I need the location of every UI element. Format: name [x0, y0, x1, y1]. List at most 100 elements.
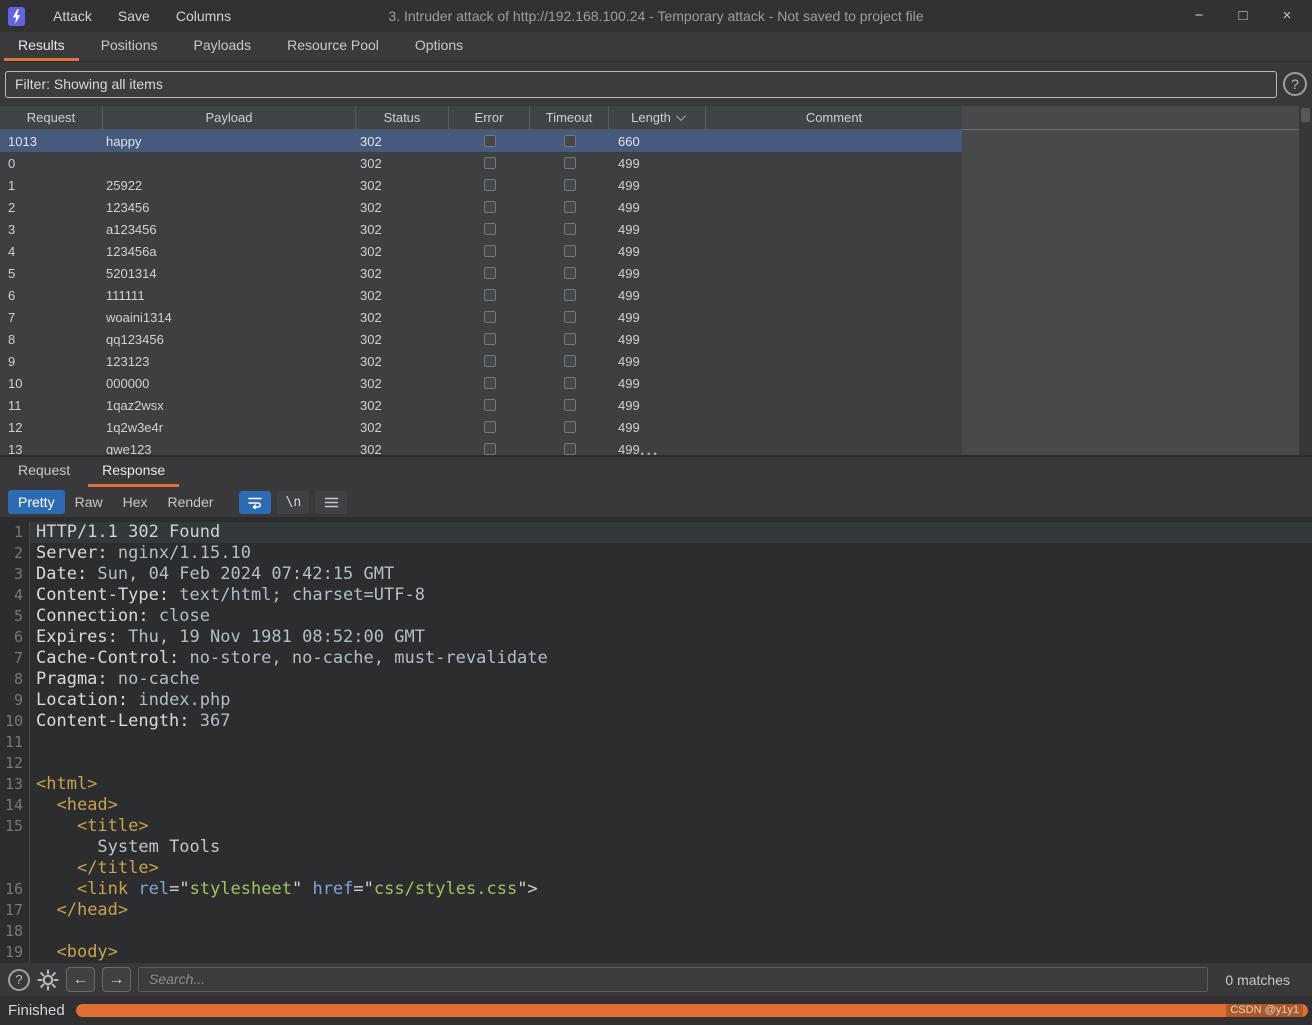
column-header-request[interactable]: Request: [0, 106, 103, 129]
tab-positions[interactable]: Positions: [83, 32, 176, 61]
vertical-scrollbar[interactable]: [1299, 106, 1312, 455]
tab-payloads[interactable]: Payloads: [176, 32, 270, 61]
status-cell: 302: [360, 243, 382, 259]
column-header-status[interactable]: Status: [356, 106, 449, 129]
error-checkbox[interactable]: [483, 223, 496, 235]
code-text: Content-Length: 367: [36, 711, 231, 731]
response-editor[interactable]: 1 HTTP/1.1 302 Found 2 Server: nginx/1.15.1…: [0, 517, 1312, 962]
previous-match-button[interactable]: ←: [66, 967, 95, 992]
tab-resource-pool[interactable]: Resource Pool: [269, 32, 397, 61]
format-buttons: Pretty Raw Hex Render: [8, 490, 223, 514]
column-header-payload[interactable]: Payload: [103, 106, 356, 129]
error-checkbox[interactable]: [483, 333, 496, 345]
error-checkbox[interactable]: [483, 355, 496, 367]
timeout-checkbox[interactable]: [563, 245, 576, 257]
table-row[interactable]: 2 123456 302 499: [0, 196, 962, 218]
column-header-comment[interactable]: Comment: [706, 106, 962, 129]
table-row[interactable]: 4 123456a 302 499: [0, 240, 962, 262]
timeout-checkbox[interactable]: [563, 267, 576, 279]
filter-help-icon[interactable]: ?: [1283, 72, 1307, 96]
table-row[interactable]: 7 woaini1314 302 499: [0, 306, 962, 328]
code-text: Expires: Thu, 19 Nov 1981 08:52:00 GMT: [36, 627, 425, 647]
raw-button[interactable]: Raw: [65, 490, 113, 514]
table-row[interactable]: 0 302 499: [0, 152, 962, 174]
splitter-drag-handle[interactable]: ...: [640, 443, 659, 456]
error-checkbox[interactable]: [483, 135, 496, 147]
code-text: Pragma: no-cache: [36, 669, 200, 689]
timeout-checkbox[interactable]: [563, 399, 576, 411]
attack-status-label: Finished: [8, 1002, 65, 1019]
table-row[interactable]: 11 1qaz2wsx 302 499: [0, 394, 962, 416]
error-checkbox[interactable]: [483, 443, 496, 455]
show-newlines-toggle[interactable]: \n: [277, 490, 310, 514]
column-header-error[interactable]: Error: [449, 106, 530, 129]
timeout-checkbox[interactable]: [563, 443, 576, 455]
table-row[interactable]: 10 000000 302 499: [0, 372, 962, 394]
table-row[interactable]: 8 qq123456 302 499: [0, 328, 962, 350]
timeout-checkbox[interactable]: [563, 179, 576, 191]
tab-response[interactable]: Response: [86, 457, 181, 487]
timeout-checkbox[interactable]: [563, 421, 576, 433]
maximize-button[interactable]: □: [1228, 1, 1258, 31]
tab-request[interactable]: Request: [2, 457, 86, 487]
table-row[interactable]: 5 5201314 302 499: [0, 262, 962, 284]
help-icon[interactable]: ?: [8, 968, 30, 991]
column-header-timeout[interactable]: Timeout: [530, 106, 609, 129]
error-checkbox[interactable]: [483, 377, 496, 389]
menu-columns[interactable]: Columns: [163, 0, 244, 32]
scrollbar-thumb[interactable]: [1301, 108, 1310, 122]
error-checkbox[interactable]: [483, 179, 496, 191]
payload-cell: 123123: [106, 353, 150, 369]
timeout-checkbox[interactable]: [563, 201, 576, 213]
timeout-checkbox[interactable]: [563, 223, 576, 235]
tab-results[interactable]: Results: [0, 32, 83, 61]
error-checkbox[interactable]: [483, 201, 496, 213]
close-button[interactable]: ×: [1272, 1, 1302, 31]
error-checkbox[interactable]: [483, 289, 496, 301]
filter-input[interactable]: Filter: Showing all items: [5, 70, 1277, 98]
table-row[interactable]: 1013 happy 302 660: [0, 130, 962, 152]
table-row[interactable]: 3 a123456 302 499: [0, 218, 962, 240]
table-row[interactable]: 9 123123 302 499: [0, 350, 962, 372]
timeout-checkbox[interactable]: [563, 333, 576, 345]
table-row[interactable]: 6 111111 302 499: [0, 284, 962, 306]
error-checkbox[interactable]: [483, 311, 496, 323]
error-checkbox[interactable]: [483, 421, 496, 433]
error-checkbox[interactable]: [483, 157, 496, 169]
line-number: 10: [0, 711, 30, 732]
menu-attack[interactable]: Attack: [40, 0, 105, 32]
timeout-checkbox[interactable]: [563, 157, 576, 169]
word-wrap-toggle[interactable]: [239, 490, 272, 514]
editor-menu-button[interactable]: [315, 490, 348, 514]
search-input[interactable]: Search...: [138, 967, 1209, 992]
pretty-button[interactable]: Pretty: [8, 490, 65, 514]
timeout-checkbox[interactable]: [563, 289, 576, 301]
timeout-cell: [530, 284, 609, 306]
menu-save[interactable]: Save: [105, 0, 163, 32]
column-header-length[interactable]: Length: [609, 106, 706, 129]
code-text: Location: index.php: [36, 690, 231, 710]
tab-options[interactable]: Options: [397, 32, 481, 61]
timeout-checkbox[interactable]: [563, 311, 576, 323]
hex-button[interactable]: Hex: [113, 490, 158, 514]
length-cell: 499: [618, 265, 640, 281]
minimize-button[interactable]: −: [1184, 1, 1214, 31]
render-button[interactable]: Render: [158, 490, 224, 514]
comment-cell: [706, 350, 962, 372]
error-checkbox[interactable]: [483, 267, 496, 279]
error-cell: [449, 262, 530, 284]
table-row[interactable]: 1 25922 302 499: [0, 174, 962, 196]
next-match-button[interactable]: →: [102, 967, 131, 992]
timeout-checkbox[interactable]: [563, 135, 576, 147]
error-cell: [449, 438, 530, 455]
payload-cell: 1q2w3e4r: [106, 419, 164, 435]
error-checkbox[interactable]: [483, 245, 496, 257]
status-cell: 302: [360, 309, 382, 325]
error-checkbox[interactable]: [483, 399, 496, 411]
timeout-checkbox[interactable]: [563, 355, 576, 367]
timeout-checkbox[interactable]: [563, 377, 576, 389]
table-row[interactable]: 13 qwe123 302 499: [0, 438, 962, 455]
table-row[interactable]: 12 1q2w3e4r 302 499: [0, 416, 962, 438]
settings-button[interactable]: [37, 968, 59, 991]
